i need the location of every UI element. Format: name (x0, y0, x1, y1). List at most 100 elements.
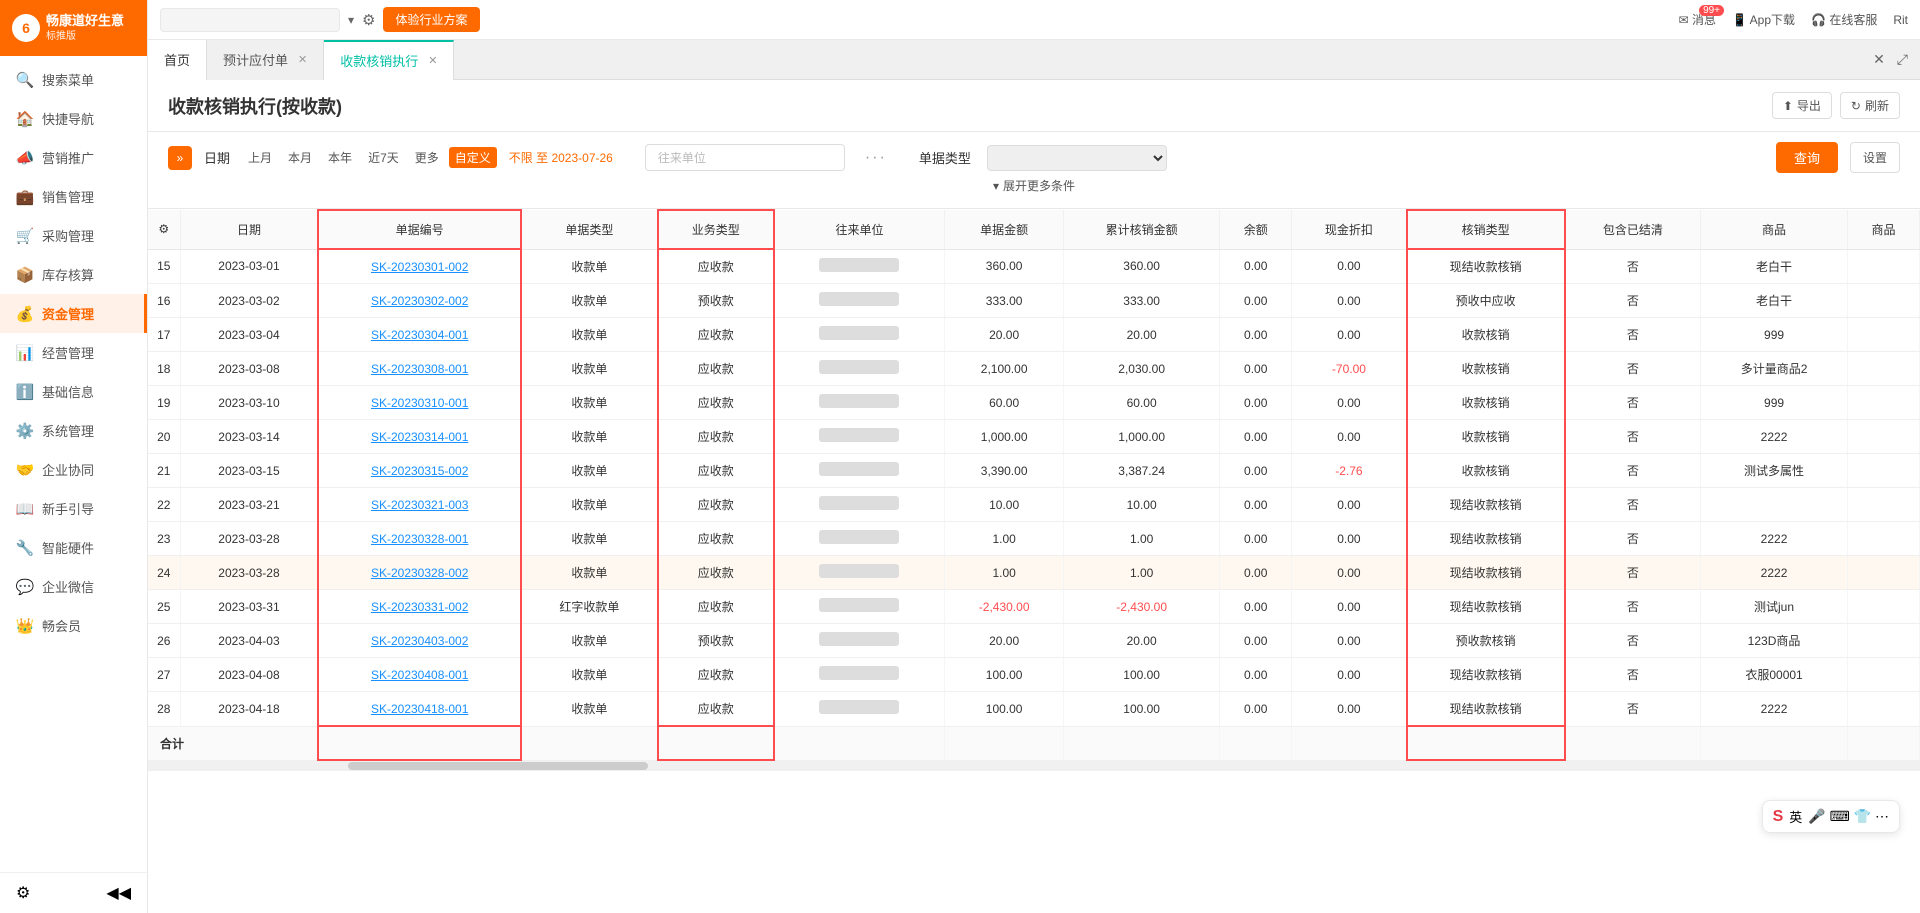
filter-7days-btn[interactable]: 近7天 (362, 147, 405, 168)
cell-date: 2023-03-31 (180, 590, 318, 624)
dropdown-btn[interactable]: ▾ (348, 13, 354, 27)
cell-unit (774, 624, 945, 658)
cell-accum: 60.00 (1064, 386, 1220, 420)
cell-discount: 0.00 (1292, 522, 1407, 556)
tab-payable-close[interactable]: ✕ (298, 53, 307, 66)
tab-expand-btn[interactable]: ⤢ (1893, 47, 1912, 72)
sidebar-item-企业协同[interactable]: 🤝企业协同 (0, 450, 147, 489)
cell-amount: 20.00 (945, 318, 1064, 352)
cell-biz-type: 应收款 (658, 488, 774, 522)
tab-home[interactable]: 首页 (148, 40, 207, 80)
filter-date-label: 日期 (204, 148, 230, 167)
tab-payable[interactable]: 预计应付单 ✕ (207, 40, 324, 80)
cell-unit (774, 318, 945, 352)
tab-home-label: 首页 (164, 50, 190, 69)
cell-amount: 333.00 (945, 284, 1064, 318)
filter-thisyear-btn[interactable]: 本年 (322, 147, 358, 168)
cell-date: 2023-03-28 (180, 522, 318, 556)
cell-date: 2023-03-10 (180, 386, 318, 420)
filter-lastmonth-btn[interactable]: 上月 (242, 147, 278, 168)
message-btn[interactable]: ✉ 消息 99+ (1679, 11, 1716, 28)
cell-date: 2023-03-28 (180, 556, 318, 590)
cell-discount: 0.00 (1292, 386, 1407, 420)
table-row: 23 2023-03-28 SK-20230328-001 收款单 应收款 1.… (148, 522, 1920, 556)
filter-thismonth-btn[interactable]: 本月 (282, 147, 318, 168)
sidebar-item-经营管理[interactable]: 📊经营管理 (0, 333, 147, 372)
filter-type-select[interactable] (987, 145, 1167, 171)
cell-accum: 360.00 (1064, 249, 1220, 284)
sidebar-item-营销推广[interactable]: 📣营销推广 (0, 138, 147, 177)
filter-unit-input[interactable]: 往来单位 (645, 144, 845, 171)
sidebar-item-搜索菜单[interactable]: 🔍搜索菜单 (0, 60, 147, 99)
cell-unit (774, 522, 945, 556)
expand-more-btn[interactable]: ▾ 展开更多条件 (993, 177, 1075, 194)
filter-settings-btn[interactable]: 设置 (1850, 142, 1900, 173)
table-scroll-thumb[interactable] (348, 762, 648, 770)
msg-badge: 99+ (1699, 5, 1724, 16)
sidebar-item-采购管理[interactable]: 🛒采购管理 (0, 216, 147, 255)
watermark-brand: 英 (1789, 807, 1802, 826)
collapse-icon[interactable]: ◀◀ (106, 883, 131, 903)
nav-icon: 🔧 (16, 539, 34, 557)
cell-goods1: 老白干 (1701, 249, 1848, 284)
tab-close-btn[interactable]: ✕ (1869, 47, 1889, 72)
page-header: 收款核销执行(按收款) ⬆ 导出 ↻ 刷新 (148, 80, 1920, 132)
solution-btn[interactable]: 体验行业方案 (383, 7, 479, 32)
cell-unit (774, 556, 945, 590)
total-sn (318, 726, 521, 760)
th-unit: 往来单位 (774, 210, 945, 249)
sidebar-item-库存核算[interactable]: 📦库存核算 (0, 255, 147, 294)
total-goods2 (1847, 726, 1919, 760)
cell-goods2 (1847, 624, 1919, 658)
total-included (1565, 726, 1701, 760)
cell-num: 24 (148, 556, 180, 590)
cell-bill-type: 收款单 (521, 352, 658, 386)
filter-more-btn[interactable]: 更多 (409, 147, 445, 168)
settings-icon[interactable]: ⚙ (16, 883, 30, 903)
cell-goods1: 测试jun (1701, 590, 1848, 624)
cell-bill-type: 收款单 (521, 284, 658, 318)
sidebar-item-销售管理[interactable]: 💼销售管理 (0, 177, 147, 216)
cell-cancel-type: 现结收款核销 (1407, 658, 1565, 692)
cell-bill-type: 收款单 (521, 249, 658, 284)
cell-goods2 (1847, 249, 1919, 284)
cell-amount: 1.00 (945, 556, 1064, 590)
cell-cancel-type: 现结收款核销 (1407, 556, 1565, 590)
cell-date: 2023-04-03 (180, 624, 318, 658)
th-goods1: 商品 (1701, 210, 1848, 249)
gear-btn[interactable]: ⚙ (362, 11, 375, 29)
sidebar-item-畅会员[interactable]: 👑畅会员 (0, 606, 147, 645)
nav-label: 采购管理 (42, 226, 94, 245)
cell-biz-type: 应收款 (658, 522, 774, 556)
cell-goods1: 2222 (1701, 522, 1848, 556)
cell-cancel-type: 预收中应收 (1407, 284, 1565, 318)
tab-writeoff-close[interactable]: ✕ (428, 54, 437, 67)
sidebar-item-系统管理[interactable]: ⚙️系统管理 (0, 411, 147, 450)
expand-more-row: ▾ 展开更多条件 (168, 173, 1900, 198)
sidebar-item-资金管理[interactable]: 💰资金管理 (0, 294, 147, 333)
sidebar-item-智能硬件[interactable]: 🔧智能硬件 (0, 528, 147, 567)
cell-bill-type: 收款单 (521, 522, 658, 556)
sidebar-item-快捷导航[interactable]: 🏠快捷导航 (0, 99, 147, 138)
filter-custom-btn[interactable]: 自定义 (449, 147, 497, 168)
cell-amount: 3,390.00 (945, 454, 1064, 488)
filter-query-btn[interactable]: 查询 (1776, 142, 1838, 173)
table-scrollbar[interactable] (148, 761, 1920, 771)
search-input[interactable] (160, 8, 340, 32)
cell-amount: 1.00 (945, 522, 1064, 556)
th-bill-type: 单据类型 (521, 210, 658, 249)
cell-num: 19 (148, 386, 180, 420)
online-service-btn[interactable]: 🎧 在线客服 (1811, 11, 1877, 28)
export-btn[interactable]: ⬆ 导出 (1772, 92, 1832, 119)
filter-expand-btn[interactable]: » (168, 146, 192, 170)
refresh-btn[interactable]: ↻ 刷新 (1840, 92, 1900, 119)
sidebar-item-基础信息[interactable]: ℹ️基础信息 (0, 372, 147, 411)
table-wrapper: ⚙ 日期 单据编号 单据类型 业务类型 往来单位 单据金额 累计核销金额 余额 … (148, 209, 1920, 913)
sidebar-nav: 🔍搜索菜单🏠快捷导航📣营销推广💼销售管理🛒采购管理📦库存核算💰资金管理📊经营管理… (0, 56, 147, 872)
sidebar-item-企业微信[interactable]: 💬企业微信 (0, 567, 147, 606)
total-goods1 (1701, 726, 1848, 760)
sidebar-item-新手引导[interactable]: 📖新手引导 (0, 489, 147, 528)
tab-writeoff[interactable]: 收款核销执行 ✕ (324, 40, 454, 80)
cell-cancel-type: 收款核销 (1407, 386, 1565, 420)
app-download-btn[interactable]: 📱 App下载 (1732, 11, 1795, 28)
